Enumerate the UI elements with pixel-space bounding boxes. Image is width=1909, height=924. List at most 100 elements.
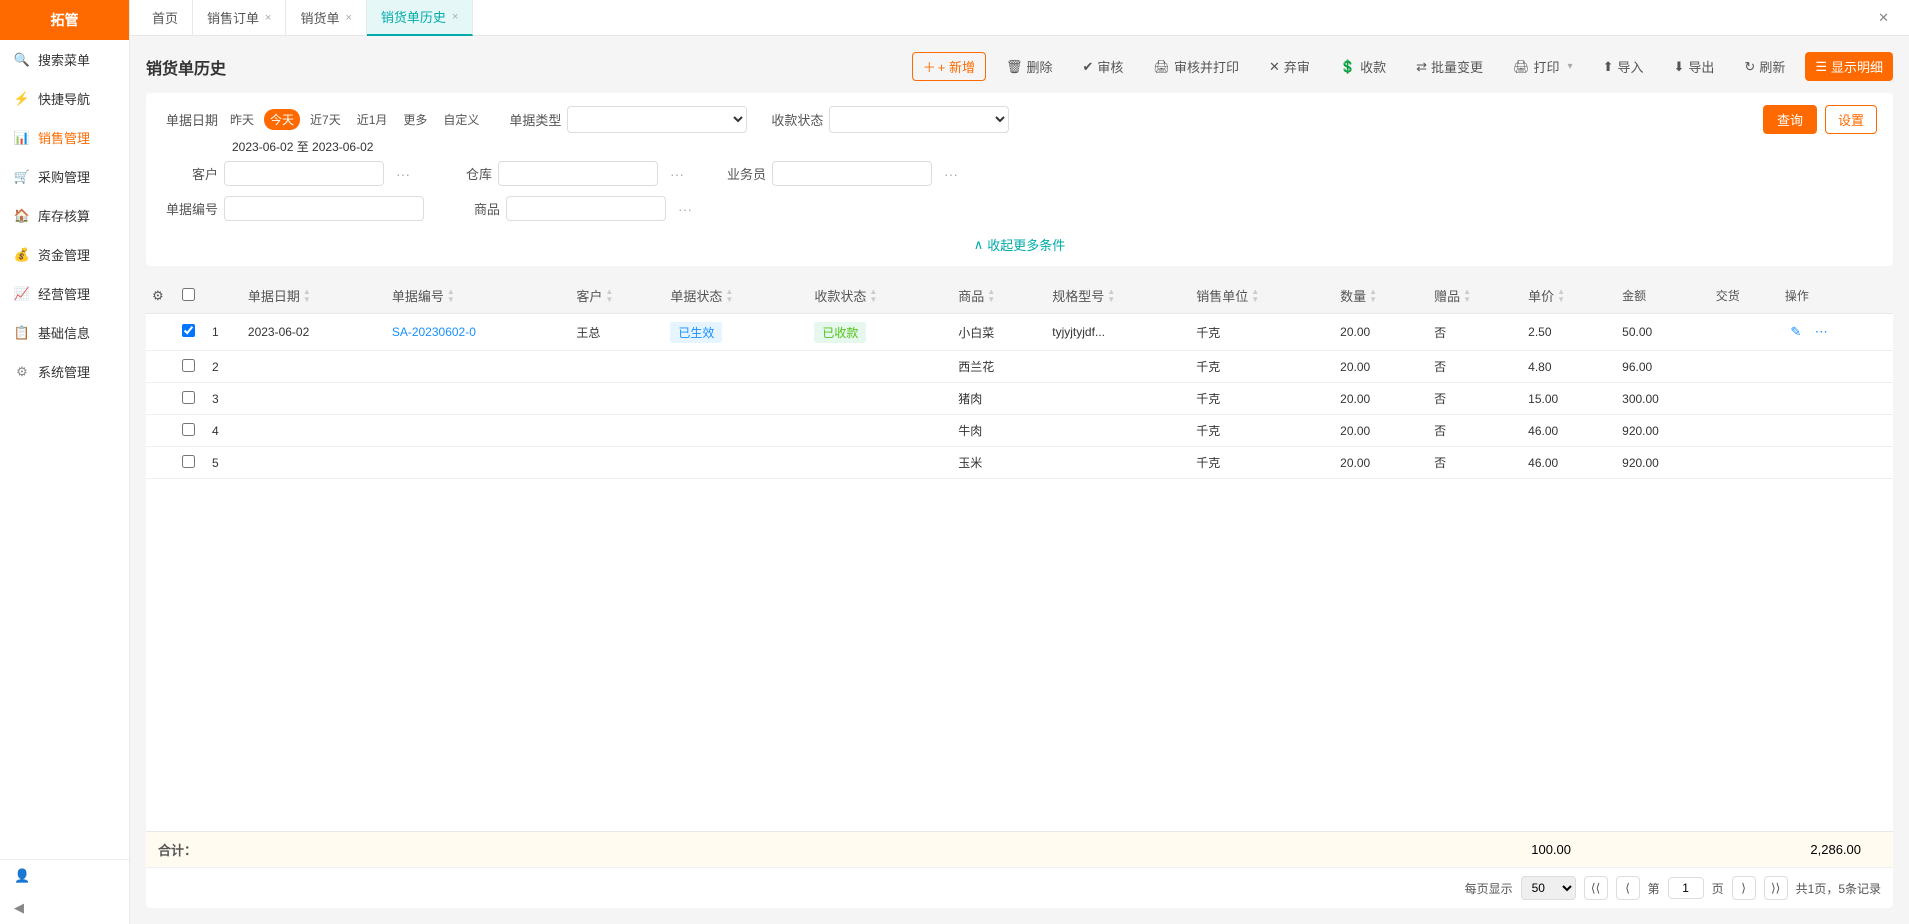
cell-docno-4[interactable] — [386, 447, 571, 479]
sidebar-item-finance-mgmt[interactable]: 💰 资金管理 — [0, 235, 129, 274]
tab-sales-history[interactable]: 销货单历史 × — [367, 0, 473, 36]
export-button[interactable]: ⬇ 导出 — [1663, 53, 1724, 80]
th-goods[interactable]: 商品 ▲▼ — [952, 278, 1046, 314]
delete-button[interactable]: 🗑 删除 — [996, 53, 1063, 80]
goods-ellipsis-btn[interactable]: ··· — [672, 199, 698, 219]
table-wrapper[interactable]: ⚙ 单据日期 ▲▼ — [146, 278, 1893, 831]
last-page-btn[interactable]: ⟩⟩ — [1764, 876, 1788, 900]
cell-docno-0[interactable]: SA-20230602-0 — [386, 314, 571, 351]
prev-page-btn[interactable]: ⟨ — [1616, 876, 1640, 900]
docno-input[interactable] — [224, 196, 424, 221]
refresh-button[interactable]: ↻ 刷新 — [1734, 53, 1795, 80]
tab-sales-goods-close[interactable]: × — [345, 12, 351, 24]
collapse-btn[interactable]: ∧ 收起更多条件 — [162, 231, 1877, 254]
tab-sales-order-close[interactable]: × — [265, 12, 271, 24]
cell-date-1 — [242, 351, 386, 383]
th-gear[interactable]: ⚙ — [146, 278, 176, 314]
edit-btn-0[interactable]: ✎ — [1785, 321, 1807, 343]
settings-button[interactable]: 设置 — [1825, 105, 1877, 134]
doc-type-select[interactable] — [567, 106, 747, 133]
page-input[interactable] — [1668, 877, 1704, 899]
cell-check-3[interactable] — [176, 415, 206, 447]
th-spec[interactable]: 规格型号 ▲▼ — [1046, 278, 1190, 314]
customer-input[interactable] — [224, 161, 384, 186]
warehouse-ellipsis-btn[interactable]: ··· — [664, 164, 690, 184]
th-check[interactable] — [176, 278, 206, 314]
th-customer[interactable]: 客户 ▲▼ — [570, 278, 664, 314]
sidebar-item-purchase-mgmt[interactable]: 🛒 采购管理 — [0, 157, 129, 196]
th-price[interactable]: 单价 ▲▼ — [1522, 278, 1616, 314]
date-pill-7days[interactable]: 近7天 — [304, 109, 347, 130]
goods-input[interactable] — [506, 196, 666, 221]
table-footer: 合计： 100.00 2,286.00 — [146, 831, 1893, 867]
cell-check-2[interactable] — [176, 383, 206, 415]
tab-bar-close-btn[interactable]: ✕ — [1866, 10, 1901, 26]
collect-button[interactable]: 💲 收款 — [1330, 53, 1396, 80]
date-pill-today[interactable]: 今天 — [264, 109, 300, 130]
date-pill-yesterday[interactable]: 昨天 — [224, 109, 260, 130]
salesperson-ellipsis-btn[interactable]: ··· — [938, 164, 964, 184]
sidebar-item-quick-nav[interactable]: ⚡ 快捷导航 — [0, 79, 129, 118]
cell-check-0[interactable] — [176, 314, 206, 351]
pay-status-select[interactable] — [829, 106, 1009, 133]
first-page-btn[interactable]: ⟨⟨ — [1584, 876, 1608, 900]
select-all-checkbox[interactable] — [182, 288, 195, 301]
date-pill-1month[interactable]: 近1月 — [351, 109, 394, 130]
next-page-btn[interactable]: ⟩ — [1732, 876, 1756, 900]
th-date[interactable]: 单据日期 ▲▼ — [242, 278, 386, 314]
more-btn-0[interactable]: ⋯ — [1810, 321, 1832, 343]
sidebar-item-search-menu[interactable]: 🔍 搜索菜单 — [0, 40, 129, 79]
tab-sales-goods-label: 销货单 — [300, 8, 339, 27]
tab-home-label: 首页 — [152, 8, 178, 27]
cell-gift-1: 否 — [1428, 351, 1522, 383]
sidebar-item-label-ops-mgmt: 经营管理 — [38, 284, 90, 303]
sidebar-item-inventory-calc[interactable]: 🏠 库存核算 — [0, 196, 129, 235]
review-print-button[interactable]: 🖨 审核并打印 — [1143, 53, 1249, 80]
sidebar-item-sys-mgmt[interactable]: ⚙ 系统管理 — [0, 352, 129, 391]
tab-sales-order[interactable]: 销售订单 × — [193, 0, 286, 36]
th-doc-no[interactable]: 单据编号 ▲▼ — [386, 278, 571, 314]
th-pay-status[interactable]: 收款状态 ▲▼ — [808, 278, 952, 314]
date-pill-more[interactable]: 更多 — [397, 109, 433, 130]
date-pill-custom[interactable]: 自定义 — [437, 109, 485, 130]
print-button[interactable]: 🖨 打印 ▾ — [1503, 53, 1583, 80]
batch-change-button[interactable]: ⇄ 批量变更 — [1406, 53, 1493, 80]
th-gift[interactable]: 赠品 ▲▼ — [1428, 278, 1522, 314]
sidebar-item-ops-mgmt[interactable]: 📈 经营管理 — [0, 274, 129, 313]
show-detail-button[interactable]: ☰ 显示明细 — [1805, 52, 1893, 81]
tab-home[interactable]: 首页 — [138, 0, 193, 36]
cell-check-4[interactable] — [176, 447, 206, 479]
row-checkbox-4[interactable] — [182, 455, 195, 468]
th-doc-status[interactable]: 单据状态 ▲▼ — [664, 278, 808, 314]
th-unit[interactable]: 销售单位 ▲▼ — [1190, 278, 1334, 314]
tab-sales-goods[interactable]: 销货单 × — [286, 0, 366, 36]
sidebar-collapse-btn[interactable]: ◀ — [0, 892, 129, 924]
sidebar-user-setting[interactable]: 👤 — [0, 860, 129, 892]
row-checkbox-0[interactable] — [182, 324, 195, 337]
sidebar-item-basic-info[interactable]: 📋 基础信息 — [0, 313, 129, 352]
add-button[interactable]: ＋ + 新增 — [912, 52, 986, 81]
customer-ellipsis-btn[interactable]: ··· — [390, 164, 416, 184]
cell-docno-3[interactable] — [386, 415, 571, 447]
abandon-button[interactable]: ✕ 弃审 — [1259, 53, 1320, 80]
cell-date-3 — [242, 415, 386, 447]
cell-docno-2[interactable] — [386, 383, 571, 415]
row-checkbox-3[interactable] — [182, 423, 195, 436]
review-button[interactable]: ✔ 审核 — [1073, 53, 1134, 80]
row-checkbox-2[interactable] — [182, 391, 195, 404]
cell-docno-1[interactable] — [386, 351, 571, 383]
table-gear-icon[interactable]: ⚙ — [152, 288, 164, 303]
query-button[interactable]: 查询 — [1763, 105, 1817, 134]
cell-check-1[interactable] — [176, 351, 206, 383]
sidebar-item-sales-mgmt[interactable]: 📊 销售管理 — [0, 118, 129, 157]
page-content: 销货单历史 ＋ + 新增 🗑 删除 ✔ 审核 🖨 审核并打印 — [130, 36, 1909, 924]
warehouse-input[interactable] — [498, 161, 658, 186]
tab-sales-history-close[interactable]: × — [452, 11, 458, 23]
cell-gear-1 — [146, 351, 176, 383]
money-icon: 💰 — [14, 247, 30, 263]
import-button[interactable]: ⬆ 导入 — [1593, 53, 1654, 80]
salesperson-input[interactable] — [772, 161, 932, 186]
th-qty[interactable]: 数量 ▲▼ — [1334, 278, 1428, 314]
row-checkbox-1[interactable] — [182, 359, 195, 372]
page-size-select[interactable]: 50 100 200 — [1521, 876, 1576, 900]
